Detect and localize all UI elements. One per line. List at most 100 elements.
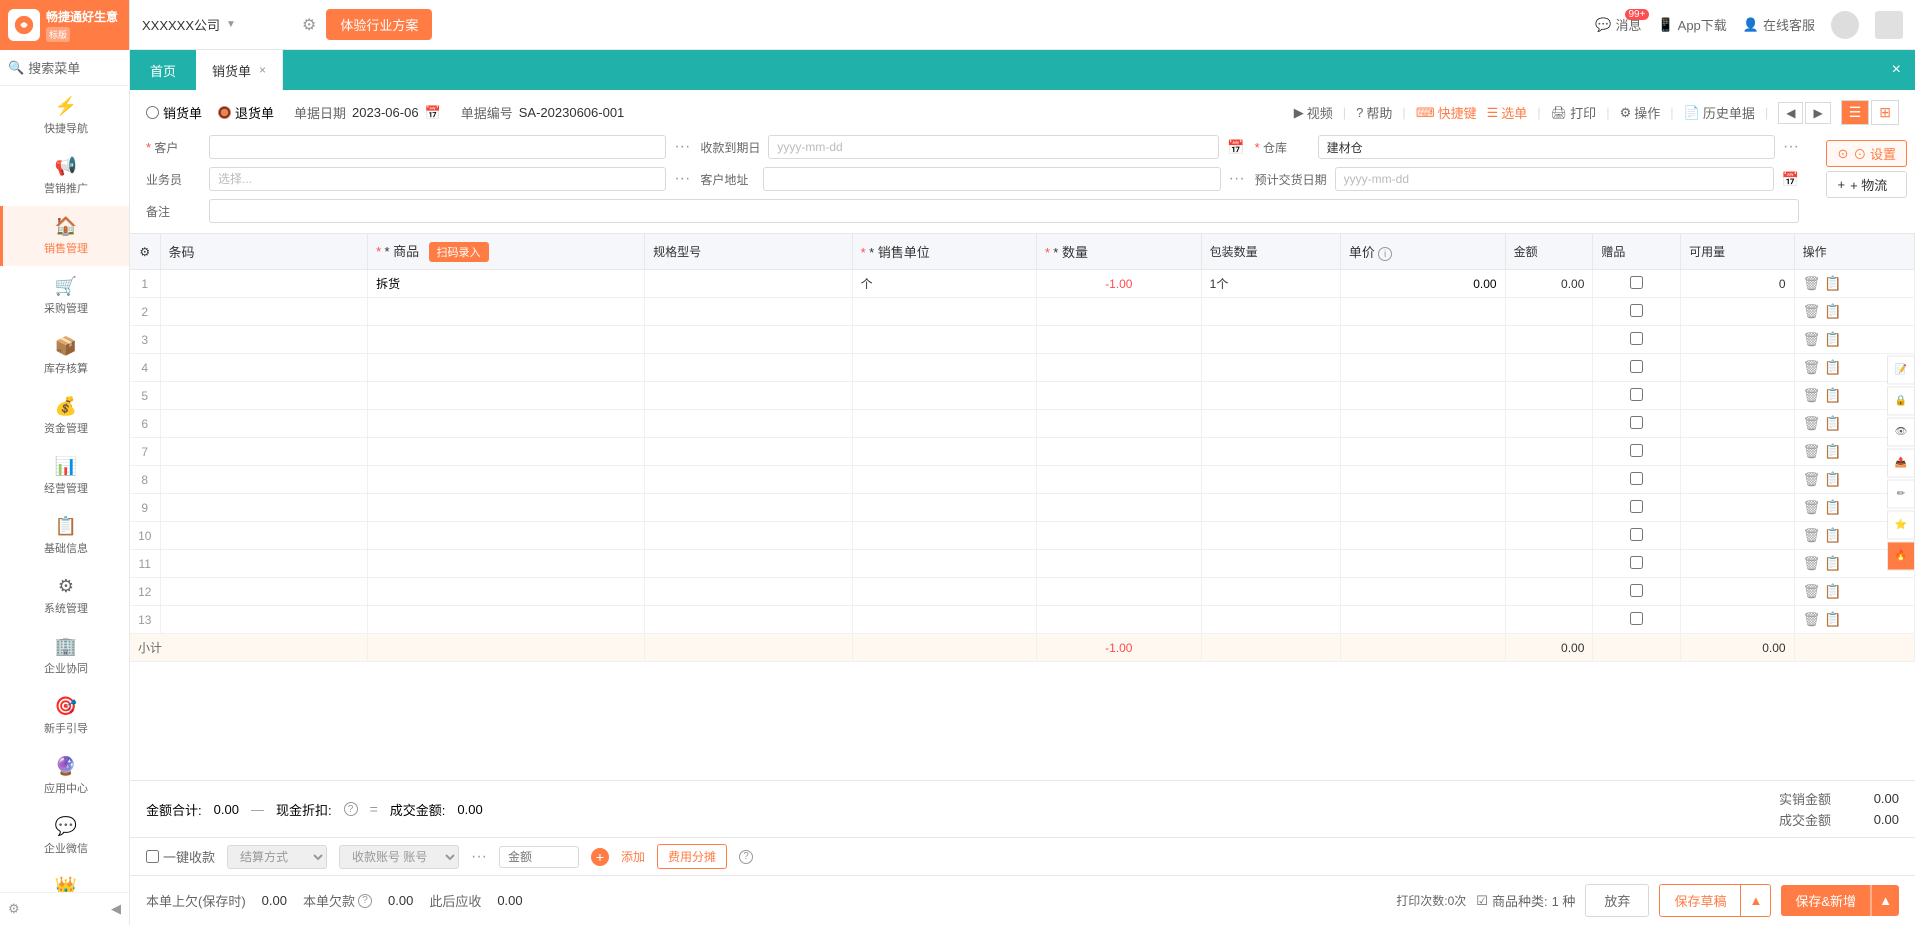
row-product[interactable]: [368, 466, 645, 494]
barcode-input[interactable]: [169, 305, 249, 319]
trial-btn[interactable]: 体验行业方案: [326, 9, 432, 40]
history-action[interactable]: 📄 历史单据: [1684, 103, 1755, 122]
row-barcode[interactable]: [160, 522, 368, 550]
logistics-btn[interactable]: + + 物流: [1826, 171, 1907, 198]
row-barcode[interactable]: [160, 578, 368, 606]
row-product[interactable]: [368, 578, 645, 606]
row-quantity[interactable]: [1036, 438, 1201, 466]
unit-price-input[interactable]: [1437, 585, 1497, 599]
row-delete-icon[interactable]: 🗑: [1803, 359, 1821, 376]
unit-price-input[interactable]: [1437, 557, 1497, 571]
product-input[interactable]: [376, 361, 476, 375]
save-new-btn[interactable]: 保存&新增: [1781, 885, 1870, 916]
row-barcode[interactable]: [160, 438, 368, 466]
product-input[interactable]: [376, 333, 476, 347]
right-panel-btn-7[interactable]: 🔥: [1887, 541, 1915, 570]
row-product[interactable]: [368, 382, 645, 410]
gift-checkbox[interactable]: [1630, 304, 1643, 317]
row-gift[interactable]: [1593, 550, 1681, 578]
row-unit-price[interactable]: [1340, 578, 1505, 606]
company-selector[interactable]: XXXXXX公司 ▼: [142, 15, 292, 34]
row-gift[interactable]: [1593, 354, 1681, 382]
save-new-dropdown[interactable]: ▲: [1871, 885, 1899, 916]
settings-btn[interactable]: ⊙ ⊙ 设置: [1826, 140, 1907, 167]
spec-input[interactable]: [653, 585, 733, 599]
barcode-input[interactable]: [169, 389, 249, 403]
operate-action[interactable]: ⚙ 操作: [1620, 103, 1661, 122]
barcode-input[interactable]: [169, 333, 249, 347]
spec-input[interactable]: [653, 529, 733, 543]
row-copy-icon[interactable]: 📋: [1824, 555, 1841, 572]
row-delete-icon[interactable]: 🗑: [1803, 555, 1821, 572]
quantity-input[interactable]: [1089, 389, 1149, 403]
row-spec[interactable]: [645, 354, 853, 382]
row-quantity[interactable]: [1036, 494, 1201, 522]
right-panel-btn-3[interactable]: 👁: [1887, 417, 1915, 446]
gift-checkbox[interactable]: [1630, 332, 1643, 345]
row-barcode[interactable]: [160, 354, 368, 382]
row-copy-icon[interactable]: 📋: [1824, 275, 1841, 292]
cash-discount-info[interactable]: ?: [344, 802, 358, 816]
row-product[interactable]: [368, 270, 645, 298]
sidebar-item-system[interactable]: ⚙ 系统管理: [0, 566, 129, 626]
quantity-input[interactable]: [1089, 613, 1149, 627]
row-copy-icon[interactable]: 📋: [1824, 611, 1841, 628]
sidebar-item-guide[interactable]: 🎯 新手引导: [0, 686, 129, 746]
row-unit-price[interactable]: [1340, 522, 1505, 550]
sidebar-item-inventory[interactable]: 📦 库存核算: [0, 326, 129, 386]
print-action[interactable]: 🖨 打印: [1551, 103, 1597, 122]
spec-input[interactable]: [653, 305, 733, 319]
barcode-input[interactable]: [169, 361, 249, 375]
row-product[interactable]: [368, 298, 645, 326]
row-gift[interactable]: [1593, 466, 1681, 494]
warehouse-more-icon[interactable]: ···: [1783, 138, 1799, 156]
unit-price-input[interactable]: [1437, 389, 1497, 403]
product-input[interactable]: [376, 276, 476, 290]
row-gift[interactable]: [1593, 270, 1681, 298]
row-quantity[interactable]: [1036, 606, 1201, 634]
row-copy-icon[interactable]: 📋: [1824, 583, 1841, 600]
row-copy-icon[interactable]: 📋: [1824, 415, 1841, 432]
spec-input[interactable]: [653, 389, 733, 403]
gift-checkbox[interactable]: [1630, 444, 1643, 457]
product-input[interactable]: [376, 417, 476, 431]
row-spec[interactable]: [645, 382, 853, 410]
shortcut-action[interactable]: ⌨ 快捷键: [1416, 103, 1477, 122]
grid-view-btn[interactable]: ⊞: [1871, 100, 1899, 125]
row-gift[interactable]: [1593, 494, 1681, 522]
row-product[interactable]: [368, 494, 645, 522]
row-product[interactable]: [368, 550, 645, 578]
row-copy-icon[interactable]: 📋: [1824, 471, 1841, 488]
row-unit-price[interactable]: [1340, 466, 1505, 494]
unit-price-input[interactable]: [1437, 445, 1497, 459]
row-spec[interactable]: [645, 298, 853, 326]
spec-input[interactable]: [653, 361, 733, 375]
close-all-tabs-btn[interactable]: ×: [1878, 50, 1915, 90]
row-gift[interactable]: [1593, 606, 1681, 634]
row-delete-icon[interactable]: 🗑: [1803, 471, 1821, 488]
product-input[interactable]: [376, 501, 476, 515]
product-input[interactable]: [376, 585, 476, 599]
radio-sale[interactable]: 销货单: [146, 103, 202, 122]
sidebar-item-purchase[interactable]: 🛒 采购管理: [0, 266, 129, 326]
row-delete-icon[interactable]: 🗑: [1803, 611, 1821, 628]
gift-checkbox[interactable]: [1630, 556, 1643, 569]
gift-checkbox[interactable]: [1630, 528, 1643, 541]
row-unit-price[interactable]: [1340, 326, 1505, 354]
row-spec[interactable]: [645, 522, 853, 550]
row-unit-price[interactable]: [1340, 410, 1505, 438]
row-spec[interactable]: [645, 270, 853, 298]
lack-info-icon[interactable]: ?: [358, 894, 372, 908]
row-gift[interactable]: [1593, 578, 1681, 606]
sidebar-item-quick-nav[interactable]: ⚡ 快捷导航: [0, 86, 129, 146]
spec-input[interactable]: [653, 501, 733, 515]
spec-input[interactable]: [653, 557, 733, 571]
product-input[interactable]: [376, 445, 476, 459]
sidebar-item-basic[interactable]: 📋 基础信息: [0, 506, 129, 566]
row-unit-price[interactable]: [1340, 270, 1505, 298]
row-barcode[interactable]: [160, 606, 368, 634]
row-barcode[interactable]: [160, 410, 368, 438]
help-action[interactable]: ? 帮助: [1356, 103, 1392, 122]
row-delete-icon[interactable]: 🗑: [1803, 527, 1821, 544]
product-input[interactable]: [376, 389, 476, 403]
